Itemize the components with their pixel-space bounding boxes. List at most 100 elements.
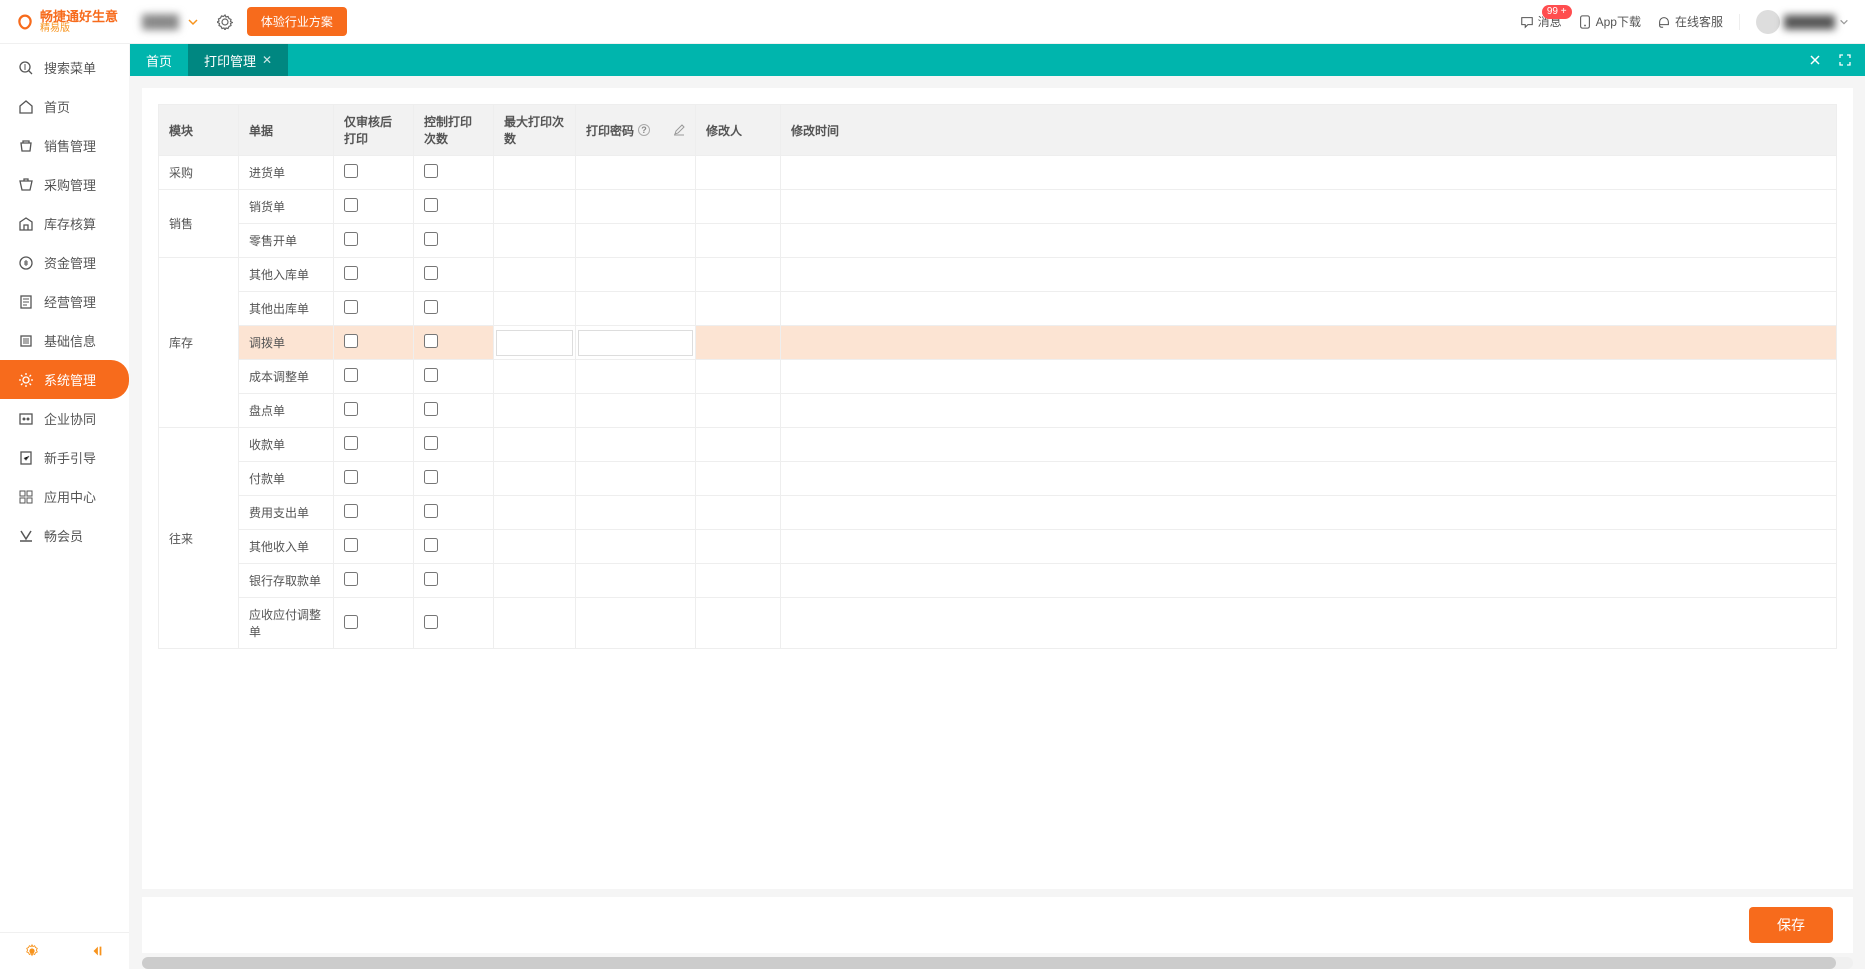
brand-icon [16, 13, 34, 31]
cell-audit [334, 598, 414, 649]
search-menu-icon [18, 60, 34, 76]
cell-pwd [576, 530, 696, 564]
sidebar-item-purchase[interactable]: 采购管理 [0, 165, 129, 204]
sidebar-item-guide[interactable]: 新手引导 [0, 438, 129, 477]
messages-button[interactable]: 消息 99 + [1520, 13, 1562, 30]
tab-bar: 首页 打印管理 ✕ [130, 44, 1865, 76]
chevron-down-icon [187, 16, 199, 28]
app-download-button[interactable]: App下载 [1578, 13, 1641, 30]
online-service-label: 在线客服 [1675, 13, 1723, 30]
audit-checkbox[interactable] [344, 470, 358, 484]
ctrl-checkbox[interactable] [424, 504, 438, 518]
ctrl-checkbox[interactable] [424, 436, 438, 450]
sidebar-item-sales[interactable]: 销售管理 [0, 126, 129, 165]
sidebar-item-operation[interactable]: 经营管理 [0, 282, 129, 321]
audit-checkbox[interactable] [344, 402, 358, 416]
sidebar-item-membership[interactable]: 畅会员 [0, 516, 129, 555]
cell-ctrl [414, 564, 494, 598]
audit-checkbox[interactable] [344, 334, 358, 348]
main-area: 首页 打印管理 ✕ [130, 44, 1865, 969]
ctrl-checkbox[interactable] [424, 164, 438, 178]
ctrl-checkbox[interactable] [424, 470, 438, 484]
cell-doc: 其他入库单 [239, 258, 334, 292]
pwd-input[interactable] [578, 330, 693, 356]
cell-max [494, 292, 576, 326]
sidebar-settings-button[interactable] [0, 933, 65, 969]
audit-checkbox[interactable] [344, 538, 358, 552]
audit-checkbox[interactable] [344, 572, 358, 586]
cell-doc: 盘点单 [239, 394, 334, 428]
tab-label: 打印管理 [204, 51, 256, 70]
cell-doc: 零售开单 [239, 224, 334, 258]
sidebar-item-system[interactable]: 系统管理 [0, 360, 129, 399]
sidebar-item-search-menu[interactable]: 搜索菜单 [0, 48, 129, 87]
cell-mtime [781, 326, 1837, 360]
audit-checkbox[interactable] [344, 436, 358, 450]
cell-pwd [576, 564, 696, 598]
max-count-input[interactable] [496, 330, 573, 356]
audit-checkbox[interactable] [344, 615, 358, 629]
tab-close-all-button[interactable] [1807, 52, 1823, 68]
audit-checkbox[interactable] [344, 198, 358, 212]
cell-module: 往来 [159, 428, 239, 649]
ctrl-checkbox[interactable] [424, 572, 438, 586]
ctrl-checkbox[interactable] [424, 300, 438, 314]
audit-checkbox[interactable] [344, 164, 358, 178]
table-row: 其他出库单 [159, 292, 1837, 326]
user-name: ██████ [1784, 15, 1835, 29]
sales-icon [18, 138, 34, 154]
table-row: 销售销货单 [159, 190, 1837, 224]
ctrl-checkbox[interactable] [424, 538, 438, 552]
close-icon[interactable]: ✕ [262, 53, 272, 67]
ctrl-checkbox[interactable] [424, 615, 438, 629]
sidebar-item-collab[interactable]: 企业协同 [0, 399, 129, 438]
header-right: 消息 99 + App下载 在线客服 ██████ [1520, 10, 1849, 34]
audit-checkbox[interactable] [344, 368, 358, 382]
audit-checkbox[interactable] [344, 504, 358, 518]
cell-pwd [576, 258, 696, 292]
tab-print-manage[interactable]: 打印管理 ✕ [188, 44, 288, 76]
tab-home[interactable]: 首页 [130, 44, 188, 76]
horizontal-scrollbar[interactable] [142, 957, 1853, 969]
audit-checkbox[interactable] [344, 232, 358, 246]
ctrl-checkbox[interactable] [424, 368, 438, 382]
save-button[interactable]: 保存 [1749, 907, 1833, 943]
industry-plan-button[interactable]: 体验行业方案 [247, 7, 347, 36]
ctrl-checkbox[interactable] [424, 334, 438, 348]
audit-checkbox[interactable] [344, 266, 358, 280]
ctrl-checkbox[interactable] [424, 402, 438, 416]
cell-pwd [576, 360, 696, 394]
fullscreen-button[interactable] [1837, 52, 1853, 68]
settings-gear-button[interactable] [217, 14, 233, 30]
edit-icon[interactable] [673, 124, 685, 136]
sidebar-item-funds[interactable]: 资金管理 [0, 243, 129, 282]
ctrl-checkbox[interactable] [424, 232, 438, 246]
brand-logo[interactable]: 畅捷通好生意 精易版 [16, 10, 130, 34]
th-mtime: 修改时间 [781, 105, 1837, 156]
cell-doc: 成本调整单 [239, 360, 334, 394]
help-icon[interactable]: ? [638, 124, 650, 136]
scrollbar-thumb[interactable] [142, 957, 1836, 969]
th-max-count: 最大打印次数 [494, 105, 576, 156]
sidebar-item-inventory[interactable]: 库存核算 [0, 204, 129, 243]
cell-mtime [781, 428, 1837, 462]
table-row: 采购进货单 [159, 156, 1837, 190]
tab-label: 首页 [146, 51, 172, 70]
cell-max [494, 224, 576, 258]
user-menu[interactable]: ██████ [1756, 10, 1849, 34]
brand-sub: 精易版 [40, 24, 118, 34]
cell-max [494, 428, 576, 462]
cell-doc: 付款单 [239, 462, 334, 496]
sidebar-item-apps[interactable]: 应用中心 [0, 477, 129, 516]
sidebar-item-home[interactable]: 首页 [0, 87, 129, 126]
online-service-button[interactable]: 在线客服 [1657, 13, 1723, 30]
org-selector[interactable]: ████ [130, 10, 211, 33]
sidebar-item-label: 企业协同 [44, 409, 96, 428]
cell-audit [334, 564, 414, 598]
sidebar-item-basic[interactable]: 基础信息 [0, 321, 129, 360]
ctrl-checkbox[interactable] [424, 266, 438, 280]
ctrl-checkbox[interactable] [424, 198, 438, 212]
sidebar-collapse-button[interactable] [65, 933, 130, 969]
audit-checkbox[interactable] [344, 300, 358, 314]
cell-doc: 其他收入单 [239, 530, 334, 564]
